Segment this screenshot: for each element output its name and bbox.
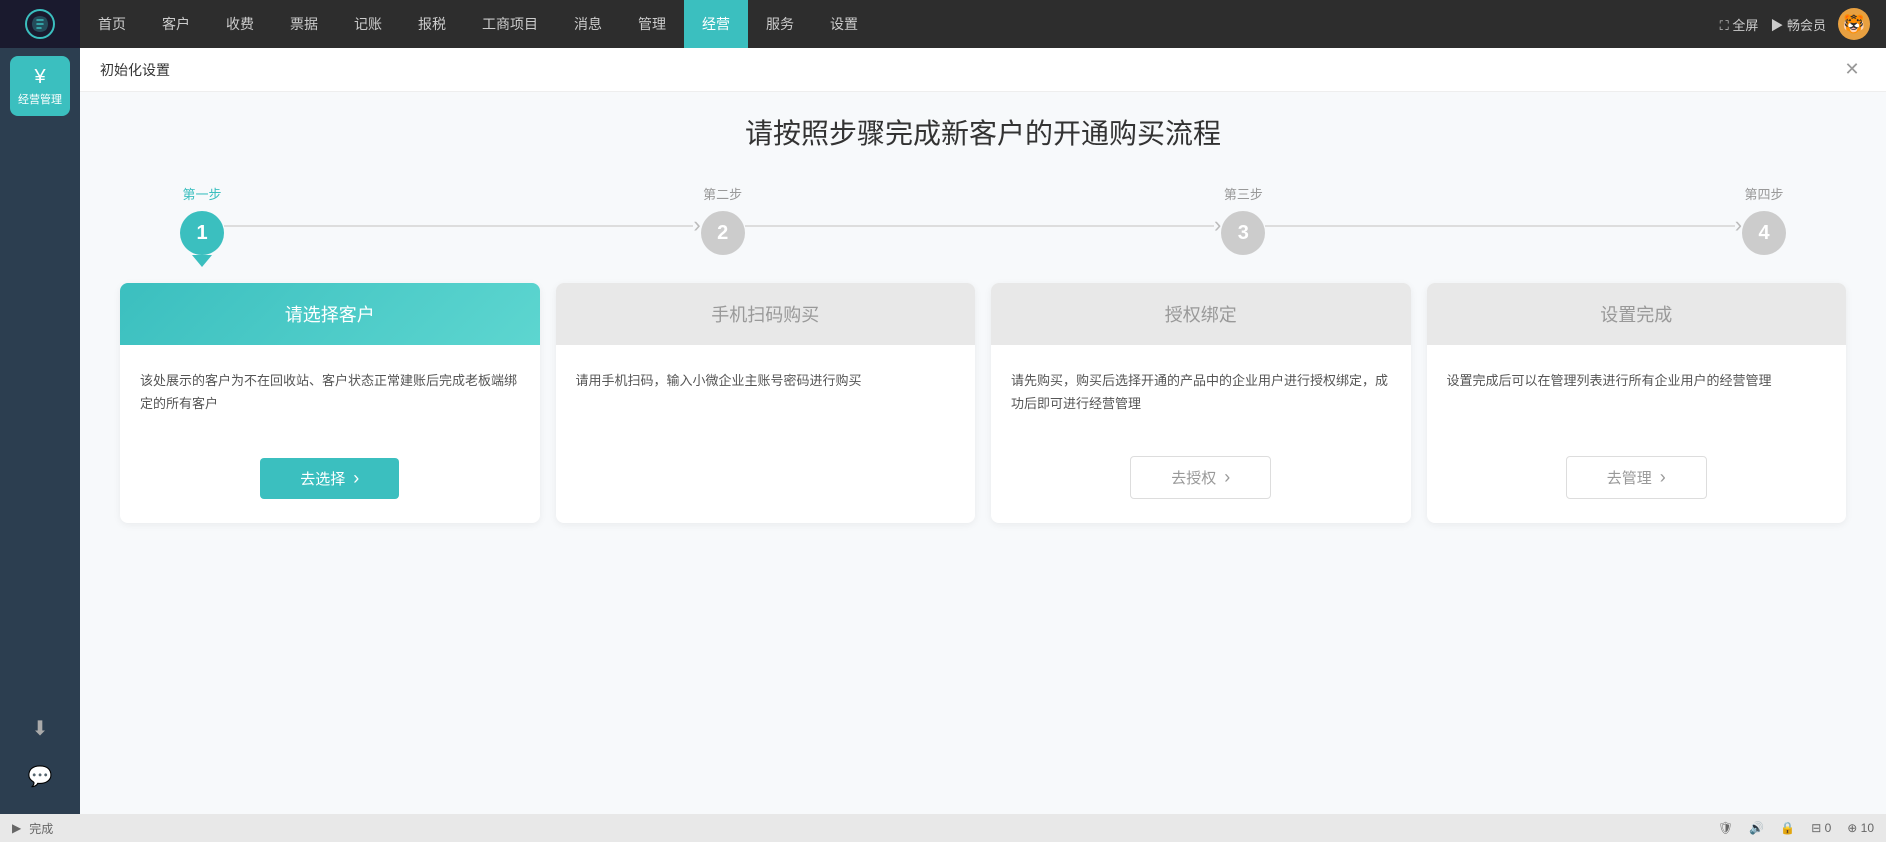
select-arrow-icon: › (353, 468, 359, 489)
nav-fee[interactable]: 收费 (208, 0, 272, 48)
step1-circle: 1 (180, 211, 224, 255)
connector-2: › (745, 214, 1222, 238)
volume-icon: 🔊 (1749, 821, 1764, 835)
status-text: 完成 (29, 820, 53, 837)
layout: ¥ 经营管理 ⬇ 💬 初始化设置 ✕ 请按照步骤完成新客户的开通购买流程 第一步… (0, 48, 1886, 842)
step-2: 第二步 2 (701, 184, 745, 255)
step-4: 第四步 4 (1742, 184, 1786, 255)
sidebar-bottom: ⬇ 💬 (22, 710, 58, 794)
nav-customer[interactable]: 客户 (144, 0, 208, 48)
authorize-arrow-icon: › (1224, 467, 1230, 488)
connector-1: › (224, 214, 701, 238)
card4-header: 设置完成 (1427, 283, 1847, 345)
card2-header: 手机扫码购买 (556, 283, 976, 345)
main-content: 初始化设置 ✕ 请按照步骤完成新客户的开通购买流程 第一步 1 (80, 48, 1886, 842)
sidebar: ¥ 经营管理 ⬇ 💬 (0, 48, 80, 842)
nav-settings[interactable]: 设置 (812, 0, 876, 48)
support-icon[interactable]: 💬 (22, 758, 58, 794)
shield-icon: 🛡 (1718, 821, 1733, 835)
cards-row: 请选择客户 该处展示的客户为不在回收站、客户状态正常建账后完成老板端绑定的所有客… (120, 283, 1846, 523)
nav-tax[interactable]: 报税 (400, 0, 464, 48)
nav-service[interactable]: 服务 (748, 0, 812, 48)
nav-right: ⛶ 全屏 ▶ 畅会员 🐯 (1720, 8, 1886, 40)
step4-circle: 4 (1742, 211, 1786, 255)
page-title: 初始化设置 (100, 60, 170, 80)
nav-message[interactable]: 消息 (556, 0, 620, 48)
card4-body: 设置完成后可以在管理列表进行所有企业用户的经营管理 (1427, 345, 1847, 440)
card3-header: 授权绑定 (991, 283, 1411, 345)
card-step3: 授权绑定 请先购买，购买后选择开通的产品中的企业用户进行授权绑定，成功后即可进行… (991, 283, 1411, 523)
card2-body: 请用手机扫码，输入小微企业主账号密码进行购买 (556, 345, 976, 483)
play-icon: ▶ (12, 821, 21, 835)
connector-3: › (1265, 214, 1742, 238)
bottom-bar: ▶ 完成 🛡 🔊 🔒 ⊟ 0 ⊕ 10 (0, 814, 1886, 842)
download-icon[interactable]: ⬇ (22, 710, 58, 746)
nav-accounting[interactable]: 记账 (336, 0, 400, 48)
nav-home[interactable]: 首页 (80, 0, 144, 48)
card1-header: 请选择客户 (120, 283, 540, 345)
card2-footer (556, 483, 976, 523)
fullscreen-btn[interactable]: ⛶ 全屏 (1720, 15, 1759, 34)
card3-body: 请先购买，购买后选择开通的产品中的企业用户进行授权绑定，成功后即可进行经营管理 (991, 345, 1411, 440)
network-status: ⊟ 0 (1811, 821, 1831, 835)
nav-invoice[interactable]: 票据 (272, 0, 336, 48)
close-button[interactable]: ✕ (1838, 56, 1866, 84)
step4-label: 第四步 (1745, 184, 1784, 203)
vip-btn[interactable]: ▶ 畅会员 (1770, 15, 1826, 34)
wizard-area: 请按照步骤完成新客户的开通购买流程 第一步 1 › (80, 92, 1886, 842)
step3-circle: 3 (1221, 211, 1265, 255)
step2-label: 第二步 (703, 184, 742, 203)
lock-icon: 🔒 (1780, 821, 1795, 835)
step1-pointer (192, 255, 212, 267)
sidebar-label: 经营管理 (18, 91, 62, 107)
step-1: 第一步 1 (180, 184, 224, 267)
card-step1: 请选择客户 该处展示的客户为不在回收站、客户状态正常建账后完成老板端绑定的所有客… (120, 283, 540, 523)
avatar[interactable]: 🐯 (1838, 8, 1870, 40)
sidebar-item-operation[interactable]: ¥ 经营管理 (10, 56, 70, 116)
go-authorize-button[interactable]: 去授权 › (1130, 456, 1271, 499)
step2-circle: 2 (701, 211, 745, 255)
card1-footer: 去选择 › (120, 442, 540, 523)
card4-footer: 去管理 › (1427, 440, 1847, 523)
step1-label: 第一步 (182, 184, 221, 203)
update-status: ⊕ 10 (1847, 821, 1874, 835)
yuan-icon: ¥ (34, 66, 45, 89)
card-step4: 设置完成 设置完成后可以在管理列表进行所有企业用户的经营管理 去管理 › (1427, 283, 1847, 523)
nav-items: 首页 客户 收费 票据 记账 报税 工商项目 消息 管理 经营 服务 设置 (80, 0, 1720, 48)
nav-operation[interactable]: 经营 (684, 0, 748, 48)
wizard-title: 请按照步骤完成新客户的开通购买流程 (120, 112, 1846, 152)
manage-arrow-icon: › (1660, 467, 1666, 488)
step3-label: 第三步 (1224, 184, 1263, 203)
steps-container: 第一步 1 › 第二步 2 (120, 184, 1846, 267)
go-select-button[interactable]: 去选择 › (260, 458, 399, 499)
step-3: 第三步 3 (1221, 184, 1265, 255)
card-step2: 手机扫码购买 请用手机扫码，输入小微企业主账号密码进行购买 (556, 283, 976, 523)
top-nav: 首页 客户 收费 票据 记账 报税 工商项目 消息 管理 经营 服务 设置 ⛶ … (0, 0, 1886, 48)
content-header: 初始化设置 ✕ (80, 48, 1886, 92)
go-manage-button[interactable]: 去管理 › (1566, 456, 1707, 499)
bottom-bar-right: 🛡 🔊 🔒 ⊟ 0 ⊕ 10 (1718, 821, 1874, 835)
card3-footer: 去授权 › (991, 440, 1411, 523)
card1-body: 该处展示的客户为不在回收站、客户状态正常建账后完成老板端绑定的所有客户 (120, 345, 540, 442)
nav-manage[interactable]: 管理 (620, 0, 684, 48)
nav-business[interactable]: 工商项目 (464, 0, 556, 48)
logo[interactable] (0, 0, 80, 48)
